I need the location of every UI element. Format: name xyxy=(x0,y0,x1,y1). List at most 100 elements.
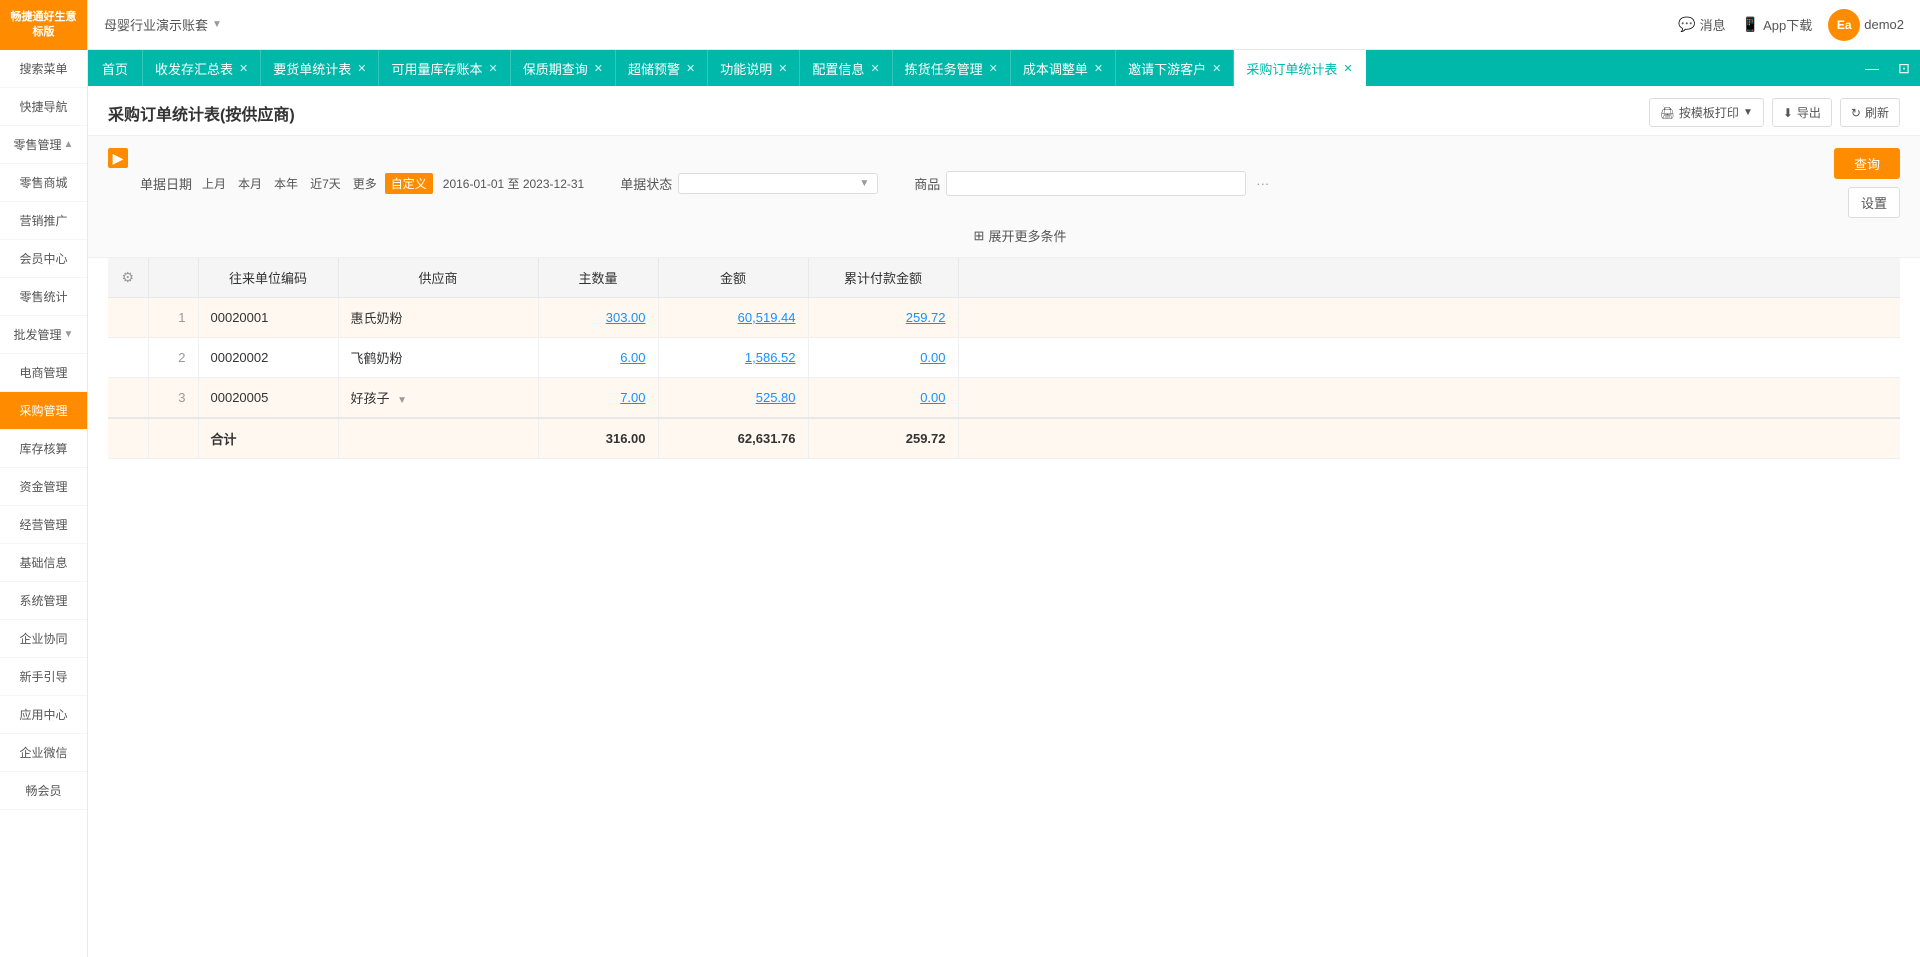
tab-invite-downstream[interactable]: 邀请下游客户 ✕ xyxy=(1116,50,1234,86)
message-btn[interactable]: 💬 消息 xyxy=(1678,15,1725,34)
col-header-code: 往来单位编码 xyxy=(198,258,338,298)
sidebar-item-wechat[interactable]: 企业微信 xyxy=(0,734,87,772)
sidebar-item-members[interactable]: 会员中心 xyxy=(0,240,87,278)
filter-date-links: 上月 本月 本年 近7天 更多 自定义 xyxy=(198,173,433,194)
tab-minimize-btn[interactable]: — xyxy=(1856,50,1888,86)
tab-home-label: 首页 xyxy=(102,59,128,78)
tab-close-icon[interactable]: ✕ xyxy=(594,62,603,75)
sidebar-item-quicknav[interactable]: 快捷导航 xyxy=(0,88,87,126)
filter-goods-input[interactable] xyxy=(946,171,1246,196)
sidebar-item-retail-stats[interactable]: 零售统计 xyxy=(0,278,87,316)
filter-expand-btn[interactable]: ⊞ 展开更多条件 xyxy=(974,226,1067,245)
footer-label-cell: 合计 xyxy=(198,418,338,459)
tab-close-icon[interactable]: ✕ xyxy=(989,62,998,75)
filter-expand-row: ⊞ 展开更多条件 xyxy=(140,226,1900,245)
tab-close-icon[interactable]: ✕ xyxy=(778,62,787,75)
filter-date-custom-badge[interactable]: 自定义 xyxy=(385,173,433,194)
cell-qty[interactable]: 6.00 xyxy=(538,338,658,378)
tab-home[interactable]: 首页 xyxy=(88,50,143,86)
tab-warranty[interactable]: 保质期查询 ✕ xyxy=(511,50,616,86)
cell-amount[interactable]: 1,586.52 xyxy=(658,338,808,378)
sidebar-item-newbie[interactable]: 新手引导 xyxy=(0,658,87,696)
sidebar-item-operations[interactable]: 经营管理 xyxy=(0,506,87,544)
sidebar-item-vip[interactable]: 畅会员 xyxy=(0,772,87,810)
sidebar-item-collab[interactable]: 企业协同 xyxy=(0,620,87,658)
sidebar-item-basics[interactable]: 基础信息 xyxy=(0,544,87,582)
sidebar-item-label: 搜索菜单 xyxy=(19,62,67,76)
user-profile[interactable]: Ea demo2 xyxy=(1828,9,1904,41)
cell-amount[interactable]: 60,519.44 xyxy=(658,298,808,338)
cell-amount[interactable]: 525.80 xyxy=(658,378,808,419)
cell-qty[interactable]: 7.00 xyxy=(538,378,658,419)
sidebar-item-appcenter[interactable]: 应用中心 xyxy=(0,696,87,734)
cell-code: 00020001 xyxy=(198,298,338,338)
query-button[interactable]: 查询 xyxy=(1834,148,1900,179)
sidebar-item-purchase[interactable]: 采购管理 xyxy=(0,392,87,430)
cell-checkbox xyxy=(108,338,148,378)
tab-label: 拣货任务管理 xyxy=(905,59,983,78)
workspace-selector[interactable]: 母婴行业演示账套 ▼ xyxy=(104,15,222,34)
export-button[interactable]: ⬇ 导出 xyxy=(1772,98,1832,127)
tab-close-icon[interactable]: ✕ xyxy=(1212,62,1221,75)
tab-purchase-order-stats[interactable]: 采购订单统计表 ✕ xyxy=(1234,50,1365,86)
sidebar-item-inventory[interactable]: 库存核算 xyxy=(0,430,87,468)
col-header-qty: 主数量 xyxy=(538,258,658,298)
tab-close-icon[interactable]: ✕ xyxy=(686,62,695,75)
print-button[interactable]: 🖨 按模板打印 ▼ xyxy=(1649,98,1764,127)
cell-paid[interactable]: 0.00 xyxy=(808,378,958,419)
tab-close-icon[interactable]: ✕ xyxy=(870,62,879,75)
filter-status-select[interactable]: ▼ xyxy=(678,173,878,194)
tab-close-icon[interactable]: ✕ xyxy=(1094,62,1103,75)
tab-pick-task[interactable]: 拣货任务管理 ✕ xyxy=(893,50,1011,86)
sidebar-item-retail-manage[interactable]: 零售管理 ▲ xyxy=(0,126,87,164)
tab-close-icon[interactable]: ✕ xyxy=(239,62,248,75)
cell-paid[interactable]: 259.72 xyxy=(808,298,958,338)
filter-date-more[interactable]: 更多 xyxy=(349,173,381,194)
app-download-btn[interactable]: 📱 App下载 xyxy=(1742,15,1813,34)
sidebar-item-ecommerce[interactable]: 电商管理 xyxy=(0,354,87,392)
filter-date-last-month[interactable]: 上月 xyxy=(198,173,230,194)
sidebar-item-finance[interactable]: 资金管理 xyxy=(0,468,87,506)
tab-label: 要货单统计表 xyxy=(273,59,351,78)
top-bar: 母婴行业演示账套 ▼ 💬 消息 📱 App下载 Ea demo2 xyxy=(88,0,1920,50)
tab-close-icon[interactable]: ✕ xyxy=(357,62,366,75)
sidebar-item-marketing[interactable]: 营销推广 xyxy=(0,202,87,240)
filter-status-label: 单据状态 xyxy=(620,174,672,193)
footer-seq-cell xyxy=(148,418,198,459)
sidebar-item-search[interactable]: 搜索菜单 xyxy=(0,50,87,88)
tab-available-stock[interactable]: 可用量库存账本 ✕ xyxy=(379,50,510,86)
tab-config[interactable]: 配置信息 ✕ xyxy=(800,50,892,86)
tab-restore-btn[interactable]: ⊡ xyxy=(1888,50,1920,86)
filter-toggle-btn[interactable]: ▶ xyxy=(108,148,128,168)
tab-receive-summary[interactable]: 收发存汇总表 ✕ xyxy=(143,50,261,86)
filter-goods-label: 商品 xyxy=(914,174,940,193)
sidebar-item-label: 基础信息 xyxy=(19,556,67,570)
sidebar-item-wholesale[interactable]: 批发管理 ▼ xyxy=(0,316,87,354)
cell-paid[interactable]: 0.00 xyxy=(808,338,958,378)
sidebar-item-retail-store[interactable]: 零售商城 xyxy=(0,164,87,202)
col-header-seq xyxy=(148,258,198,298)
tab-close-icon[interactable]: ✕ xyxy=(489,62,498,75)
tab-label: 采购订单统计表 xyxy=(1246,59,1337,78)
app-logo[interactable]: 畅捷通好生意 标版 xyxy=(0,0,87,50)
tab-function-desc[interactable]: 功能说明 ✕ xyxy=(708,50,800,86)
tab-cost-adjust[interactable]: 成本调整单 ✕ xyxy=(1011,50,1116,86)
sidebar-item-system[interactable]: 系统管理 xyxy=(0,582,87,620)
tab-overstock[interactable]: 超储预警 ✕ xyxy=(616,50,708,86)
chevron-down-icon: ▼ xyxy=(64,329,74,340)
export-icon: ⬇ xyxy=(1783,106,1793,120)
filter-date-this-year[interactable]: 本年 xyxy=(270,173,302,194)
table-settings-icon[interactable]: ⚙ xyxy=(121,269,134,285)
footer-extra-cell xyxy=(958,418,1900,459)
settings-button[interactable]: 设置 xyxy=(1848,187,1900,218)
tab-close-icon[interactable]: ✕ xyxy=(1343,62,1352,75)
filter-goods-more-icon[interactable]: ··· xyxy=(1256,176,1269,191)
filter-date-7days[interactable]: 近7天 xyxy=(306,173,345,194)
cell-qty[interactable]: 303.00 xyxy=(538,298,658,338)
filter-date-this-month[interactable]: 本月 xyxy=(234,173,266,194)
cell-checkbox xyxy=(108,378,148,419)
page-title: 采购订单统计表(按供应商) xyxy=(108,101,295,125)
refresh-button[interactable]: ↻ 刷新 xyxy=(1840,98,1900,127)
sidebar-item-label: 经营管理 xyxy=(19,518,67,532)
tab-order-stats[interactable]: 要货单统计表 ✕ xyxy=(261,50,379,86)
